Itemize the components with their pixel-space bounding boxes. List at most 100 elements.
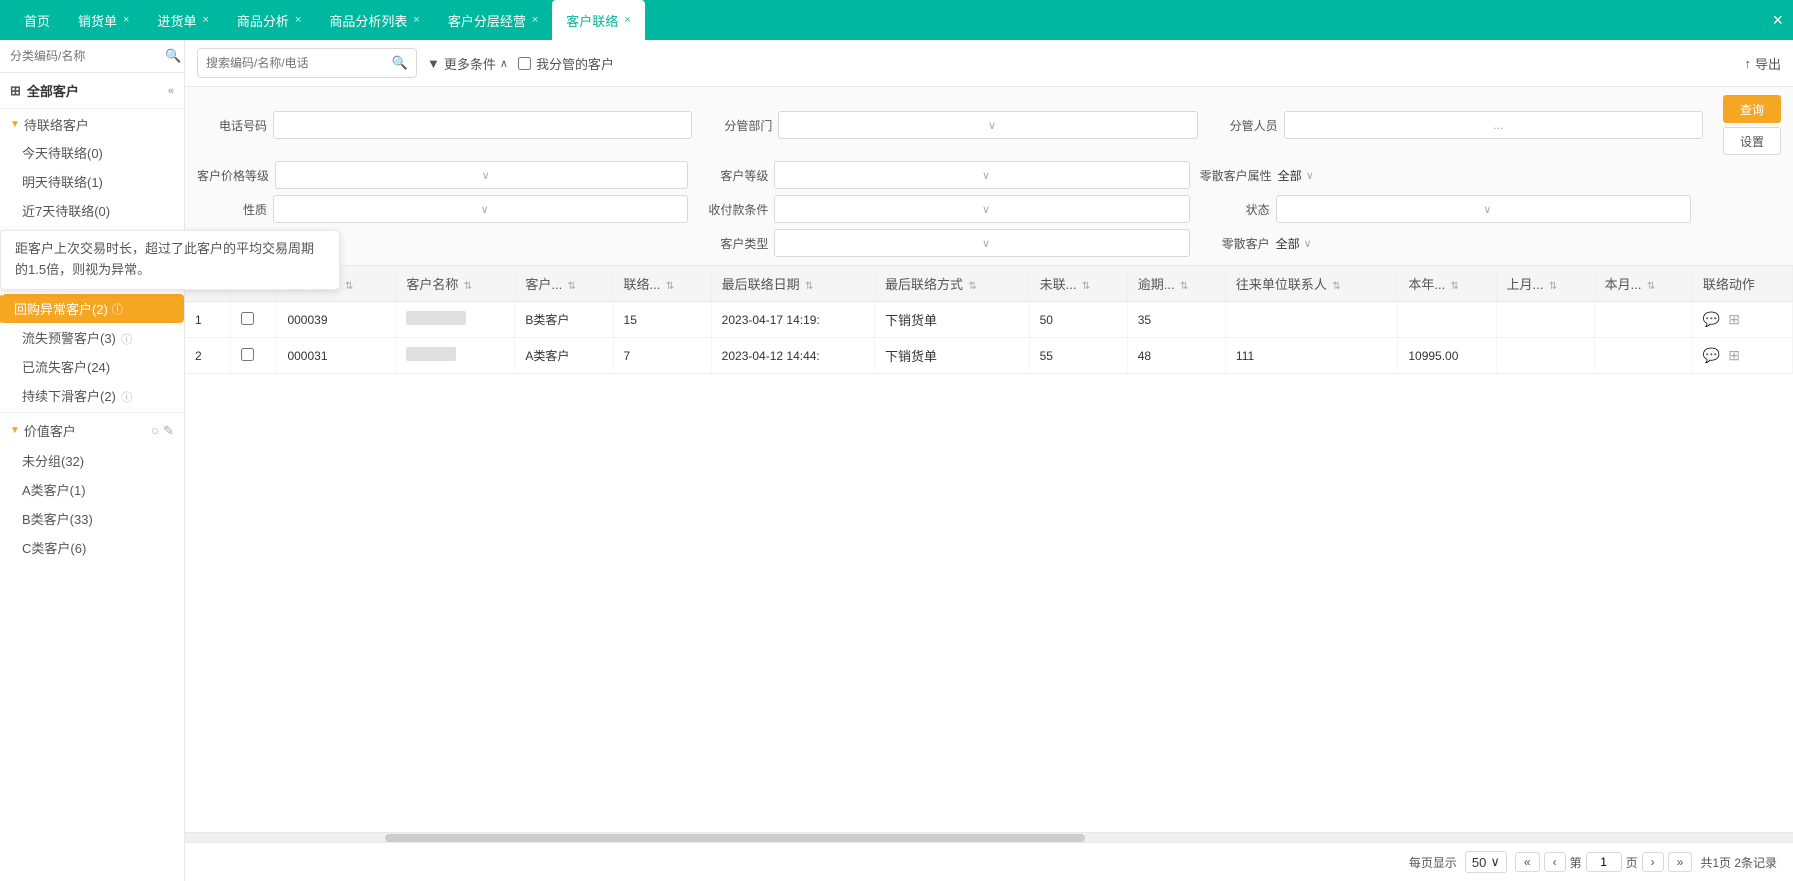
tab-customer-tier-close[interactable]: × — [532, 14, 538, 26]
sidebar-item-a-class[interactable]: A类客户(1) — [0, 475, 184, 504]
col-last-month: 上月... ⇅ — [1496, 266, 1594, 302]
row2-action-icons: 💬 ⊞ — [1703, 347, 1782, 364]
col-lmonth-sort[interactable]: ⇅ — [1549, 281, 1557, 292]
col-type-sort[interactable]: ⇅ — [568, 281, 576, 292]
row2-grid-icon[interactable]: ⊞ — [1728, 347, 1740, 364]
gender-chevron: ∨ — [481, 203, 680, 216]
export-button[interactable]: ↑ 导出 — [1744, 54, 1781, 73]
payment-select[interactable]: ∨ — [774, 195, 1189, 223]
customer-type-field: 客户类型 ∨ — [698, 229, 1189, 257]
tab-customer-contact-close[interactable]: × — [624, 14, 630, 26]
sidebar-search-input[interactable] — [10, 49, 165, 63]
col-person-sort[interactable]: ⇅ — [1332, 281, 1340, 292]
tab-sales[interactable]: 销货单 × — [64, 0, 143, 40]
sidebar-group-value[interactable]: ▼ 价值客户 ○ ✎ — [0, 415, 184, 446]
col-contact-sort[interactable]: ⇅ — [666, 281, 674, 292]
sidebar-item-tomorrow[interactable]: 明天待联络(1) — [0, 167, 184, 196]
top-nav: 首页 销货单 × 进货单 × 商品分析 × 商品分析列表 × 客户分层经营 × … — [0, 0, 1793, 40]
filter-search-icon[interactable]: 🔍 — [392, 55, 408, 71]
window-close-button[interactable]: × — [1772, 10, 1783, 31]
page-size-select[interactable]: 50 ∨ — [1465, 851, 1507, 873]
tab-customer-tier-label: 客户分层经营 — [448, 11, 526, 30]
sidebar-item-churn-warning[interactable]: 流失预警客户(3) ⓘ — [0, 323, 184, 352]
sidebar-collapse-icon[interactable]: « — [168, 85, 174, 97]
sidebar-item-churned[interactable]: 已流失客户(24) — [0, 352, 184, 381]
col-this-month: 本月... ⇅ — [1594, 266, 1692, 302]
col-method-sort[interactable]: ⇅ — [968, 281, 976, 292]
manager-select[interactable]: ... — [1284, 111, 1703, 139]
manager-more[interactable]: ... — [1493, 118, 1694, 132]
row1-method-link[interactable]: 下销货单 — [885, 313, 937, 328]
edit-icon[interactable]: ✎ — [163, 423, 174, 439]
row1-grid-icon[interactable]: ⊞ — [1728, 311, 1740, 328]
retail-attr-chevron[interactable]: ∨ — [1306, 169, 1314, 182]
first-page-button[interactable]: « — [1515, 852, 1540, 872]
phone-input[interactable] — [273, 111, 692, 139]
sidebar-item-c-class[interactable]: C类客户(6) — [0, 533, 184, 562]
my-customers-check[interactable] — [518, 57, 531, 70]
horizontal-scrollbar[interactable] — [185, 832, 1793, 842]
col-not-contacted: 未联... ⇅ — [1029, 266, 1127, 302]
query-button[interactable]: 查询 — [1723, 95, 1781, 123]
dept-select[interactable]: ∨ — [778, 111, 1197, 139]
sidebar-all-customers[interactable]: ⊞ 全部客户 « — [0, 73, 184, 109]
tab-sales-close[interactable]: × — [123, 14, 129, 26]
row2-date: 2023-04-12 14:44: — [711, 338, 874, 374]
col-date-sort[interactable]: ⇅ — [805, 281, 813, 292]
sidebar-search-icon[interactable]: 🔍 — [165, 48, 181, 64]
tab-analysis-list[interactable]: 商品分析列表 × — [315, 0, 433, 40]
col-tmonth-sort[interactable]: ⇅ — [1647, 281, 1655, 292]
last-page-button[interactable]: » — [1668, 852, 1693, 872]
gender-select[interactable]: ∨ — [273, 195, 688, 223]
sidebar-section-label: 全部客户 — [27, 81, 79, 100]
col-year-sort[interactable]: ⇅ — [1451, 281, 1459, 292]
tab-purchase[interactable]: 进货单 × — [143, 0, 222, 40]
settings-button[interactable]: 设置 — [1723, 127, 1781, 155]
tab-customer-contact[interactable]: 客户联络 × — [552, 0, 644, 40]
tab-home[interactable]: 首页 — [10, 0, 64, 40]
more-conditions-button[interactable]: ▼ 更多条件 ∧ — [427, 54, 508, 73]
row1-count: 15 — [613, 302, 711, 338]
col-overdue-sort[interactable]: ⇅ — [1180, 281, 1188, 292]
col-code-sort[interactable]: ⇅ — [345, 281, 353, 292]
tab-purchase-close[interactable]: × — [202, 14, 208, 26]
tab-analysis[interactable]: 商品分析 × — [223, 0, 315, 40]
sidebar-item-abnormal[interactable]: 回购异常客户(2) ⓘ — [4, 294, 184, 323]
retail-customer-chevron[interactable]: ∨ — [1304, 237, 1312, 250]
col-name-sort[interactable]: ⇅ — [464, 281, 472, 292]
customer-level-chevron: ∨ — [982, 169, 1181, 182]
tab-purchase-label: 进货单 — [157, 11, 196, 30]
retail-attr-inline: 全部 ∨ — [1278, 167, 1691, 184]
customer-level-select[interactable]: ∨ — [774, 161, 1189, 189]
tab-analysis-list-close[interactable]: × — [413, 14, 419, 26]
customer-type-select[interactable]: ∨ — [774, 229, 1189, 257]
row2-method: 下销货单 — [874, 338, 1029, 374]
prev-page-button[interactable]: ‹ — [1544, 852, 1566, 872]
sidebar-item-b-class[interactable]: B类客户(33) — [0, 504, 184, 533]
row2-not-contacted: 55 — [1029, 338, 1127, 374]
status-chevron: ∨ — [1483, 203, 1682, 216]
col-not-sort[interactable]: ⇅ — [1082, 281, 1090, 292]
status-select[interactable]: ∨ — [1276, 195, 1691, 223]
row2-chat-icon[interactable]: 💬 — [1703, 347, 1720, 364]
filter-search-input[interactable] — [206, 56, 392, 70]
tab-customer-tier[interactable]: 客户分层经营 × — [434, 0, 552, 40]
sidebar-item-7days[interactable]: 近7天待联络(0) — [0, 196, 184, 225]
scroll-thumb[interactable] — [385, 834, 1085, 842]
sidebar-item-ungroup[interactable]: 未分组(32) — [0, 446, 184, 475]
next-page-button[interactable]: › — [1642, 852, 1664, 872]
sidebar-item-declining[interactable]: 持续下滑客户(2) ⓘ — [0, 381, 184, 410]
row1-select[interactable] — [241, 312, 254, 325]
row1-chat-icon[interactable]: 💬 — [1703, 311, 1720, 328]
tab-analysis-close[interactable]: × — [295, 14, 301, 26]
page-number-input[interactable] — [1586, 852, 1622, 872]
circle-icon[interactable]: ○ — [151, 423, 159, 439]
tab-analysis-list-label: 商品分析列表 — [329, 11, 407, 30]
sidebar-group-pending[interactable]: ▼ 待联络客户 — [0, 109, 184, 138]
col-overdue: 逾期... ⇅ — [1127, 266, 1225, 302]
price-level-select[interactable]: ∨ — [275, 161, 688, 189]
sidebar-item-today[interactable]: 今天待联络(0) — [0, 138, 184, 167]
row2-method-link[interactable]: 下销货单 — [885, 349, 937, 364]
row2-select[interactable] — [241, 348, 254, 361]
table-row: 2 000031 A类客户 7 2023-04-12 14:44: 下销货单 — [185, 338, 1793, 374]
